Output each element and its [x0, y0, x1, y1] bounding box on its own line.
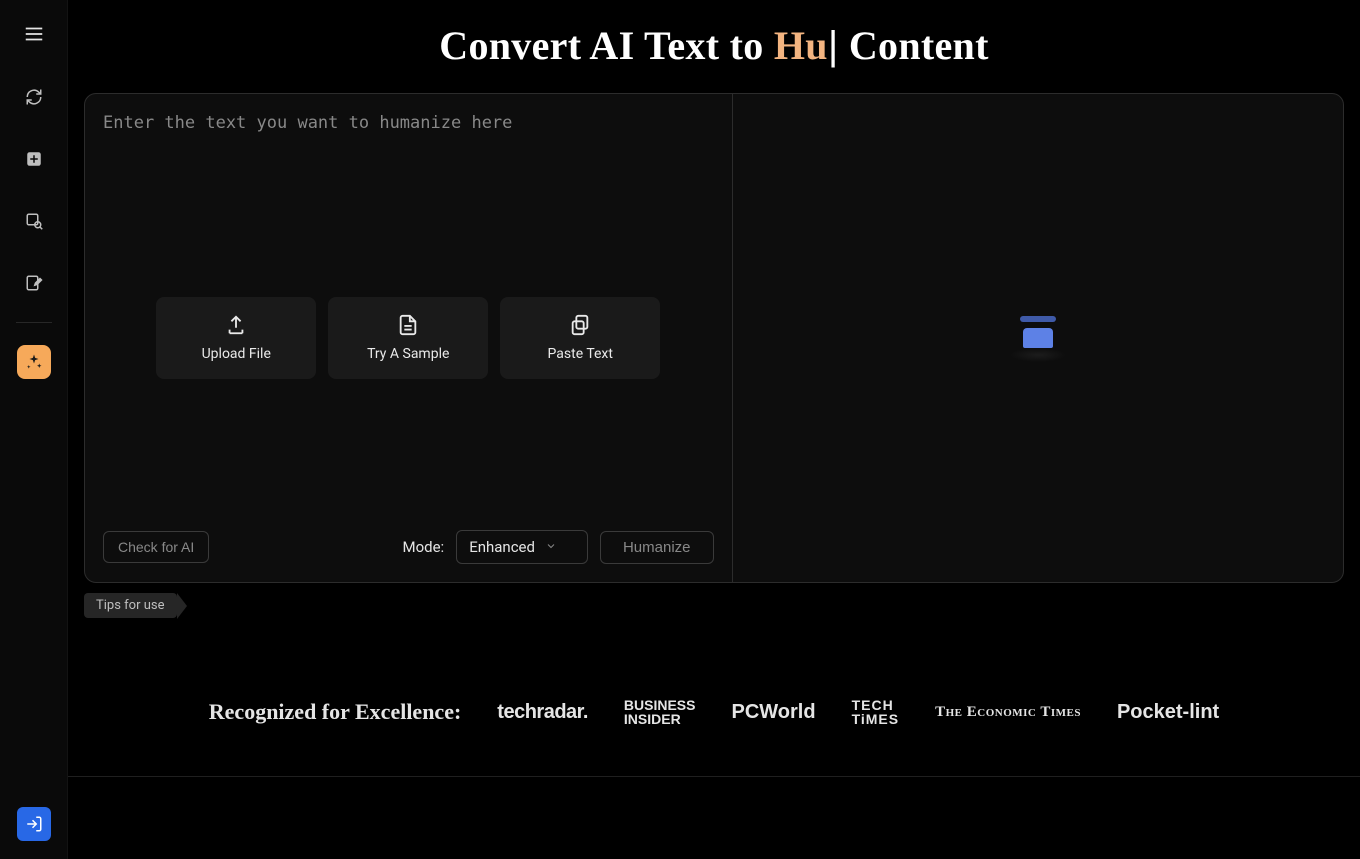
mode-select[interactable]: Enhanced: [456, 530, 588, 564]
title-prefix: Convert AI Text to: [439, 23, 774, 68]
output-empty-icon: [1010, 318, 1066, 358]
mode-select-value: Enhanced: [469, 538, 535, 556]
paste-text-label: Paste Text: [548, 346, 613, 362]
sidebar-item-humanize[interactable]: [17, 345, 51, 379]
input-action-overlay: Upload File Try A Sample Paste Text: [156, 297, 660, 379]
brand-tech-times: TECHTiMES: [852, 698, 900, 726]
try-sample-button[interactable]: Try A Sample: [328, 297, 488, 379]
sidebar-nav: [17, 80, 51, 300]
input-controls: Check for AI Mode: Enhanced Humanize: [103, 530, 714, 564]
page-title: Convert AI Text to Hu| Content: [68, 22, 1360, 69]
sidebar-item-edit[interactable]: [17, 266, 51, 300]
sidebar-item-create[interactable]: [17, 142, 51, 176]
upload-file-label: Upload File: [202, 346, 271, 362]
sidebar-item-refresh[interactable]: [17, 80, 51, 114]
sidebar: [0, 0, 68, 859]
recognized-label: Recognized for Excellence:: [209, 699, 462, 725]
document-icon: [397, 314, 419, 336]
main-content: Convert AI Text to Hu| Content Upload Fi…: [68, 0, 1360, 859]
brand-techradar: techradar.: [497, 701, 588, 724]
title-typing-text: Hu: [774, 23, 828, 68]
brand-pcworld: PCWorld: [731, 701, 815, 724]
humanize-button[interactable]: Humanize: [600, 531, 714, 564]
tips-row: Tips for use: [84, 593, 1344, 618]
sidebar-divider: [16, 322, 52, 323]
upload-file-button[interactable]: Upload File: [156, 297, 316, 379]
check-for-ai-button[interactable]: Check for AI: [103, 531, 209, 563]
try-sample-label: Try A Sample: [367, 346, 449, 362]
humanize-panel: Upload File Try A Sample Paste Text Chec…: [84, 93, 1344, 583]
mode-label: Mode:: [402, 538, 444, 556]
sidebar-item-inspect[interactable]: [17, 204, 51, 238]
brand-economic-times: The Economic Times: [935, 704, 1081, 721]
section-divider: [68, 776, 1360, 777]
login-button[interactable]: [17, 807, 51, 841]
title-suffix: Content: [839, 23, 989, 68]
paste-text-button[interactable]: Paste Text: [500, 297, 660, 379]
input-pane: Upload File Try A Sample Paste Text Chec…: [85, 94, 733, 582]
upload-icon: [225, 314, 247, 336]
hamburger-menu-button[interactable]: [18, 18, 50, 50]
title-caret: |: [828, 24, 839, 68]
tips-for-use-tag[interactable]: Tips for use: [84, 593, 177, 618]
paste-icon: [569, 314, 591, 336]
chevron-down-icon: [545, 538, 557, 556]
output-pane: [733, 94, 1344, 582]
brand-business-insider: BUSINESSINSIDER: [624, 698, 696, 726]
recognized-section: Recognized for Excellence: techradar. BU…: [68, 698, 1360, 726]
brand-pocket-lint: Pocket-lint: [1117, 701, 1219, 724]
